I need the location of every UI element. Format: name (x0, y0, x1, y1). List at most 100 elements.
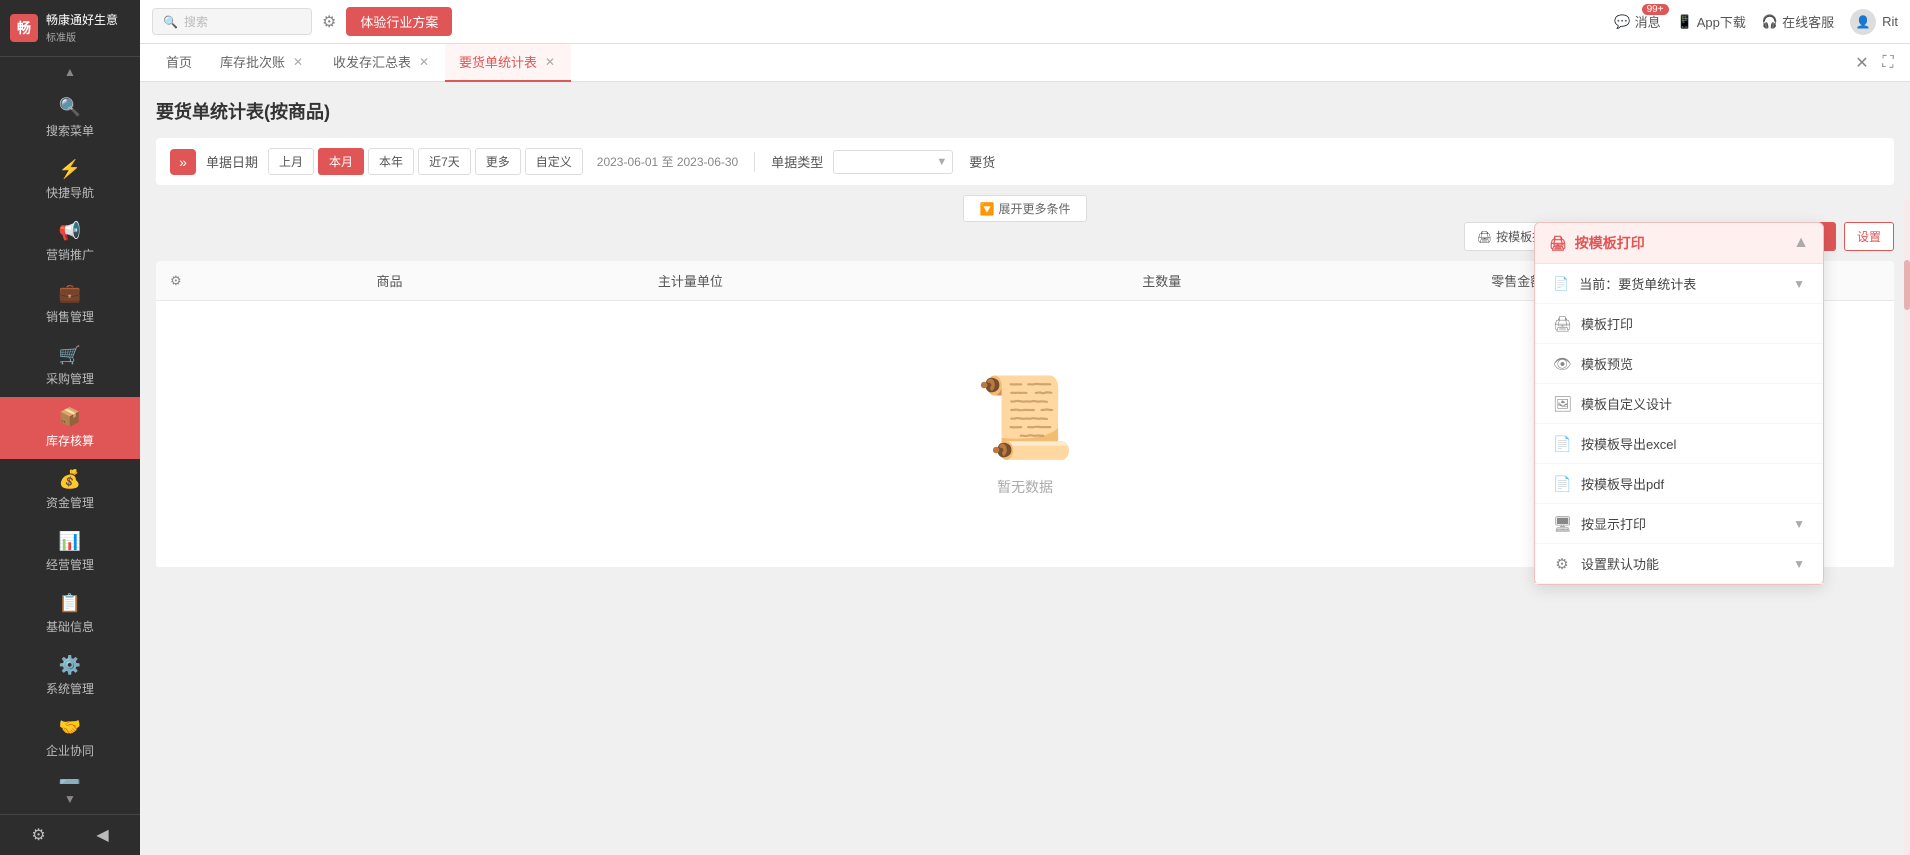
dropdown-label-template-preview: 模板预览 (1581, 354, 1633, 373)
app-download-btn[interactable]: 📱 App下载 (1677, 12, 1746, 31)
dropdown-items: 🖨 模板打印 👁 模板预览 🖼 模板自定义设计 📄 按模板导出excel 📄 按… (1535, 304, 1823, 504)
sidebar-item-quick[interactable]: ⚡ 快捷导航 (0, 149, 140, 211)
date-btn-更多[interactable]: 更多 (475, 148, 521, 175)
user-btn[interactable]: 👤 Rit (1850, 9, 1898, 35)
dropdown-sub-display-print[interactable]: 🖥 按显示打印 ▼ (1535, 504, 1823, 544)
tab-batch[interactable]: 库存批次账 ✕ (206, 44, 319, 82)
window-close-btn[interactable]: ✕ (1852, 53, 1872, 73)
date-btn-近7天[interactable]: 近7天 (418, 148, 471, 175)
tab-label-collect: 收发存汇总表 (333, 52, 411, 71)
dropdown-sub-label-display-print: 按显示打印 (1581, 514, 1646, 533)
sidebar-label-marketing: 营销推广 (46, 246, 94, 263)
dropdown-sub-icon-set-default: ⚙ (1553, 555, 1571, 573)
dropdown-label-template-pdf: 按模板导出pdf (1581, 474, 1664, 493)
tab-close-order-stat[interactable]: ✕ (543, 55, 557, 69)
trial-btn[interactable]: 体验行业方案 (346, 7, 452, 36)
col-gear[interactable]: ⚙ (156, 261, 363, 301)
sidebar-item-guide[interactable]: 🆕 新手引导 (0, 769, 140, 784)
tab-label-order-stat: 要货单统计表 (459, 52, 537, 71)
filter-expand-btn[interactable]: » (170, 149, 196, 175)
dropdown-sub-chevron-display-print: ▼ (1793, 517, 1805, 531)
sidebar-label-operation: 经营管理 (46, 556, 94, 573)
date-btn-上月[interactable]: 上月 (268, 148, 314, 175)
topbar: 🔍 搜索 ⚙ 体验行业方案 💬 消息 99+ 📱 App下载 🎧 在线客服 👤 … (140, 0, 1910, 44)
date-options: 上月本月本年近7天更多自定义 (268, 148, 583, 175)
online-service-label: 在线客服 (1782, 12, 1834, 31)
page-title: 要货单统计表(按商品) (156, 98, 1894, 124)
dropdown-sub-items: 🖥 按显示打印 ▼ ⚙ 设置默认功能 ▼ (1535, 504, 1823, 584)
dropdown-item-template-pdf[interactable]: 📄 按模板导出pdf (1535, 464, 1823, 504)
sidebar-label-system: 系统管理 (46, 680, 94, 697)
date-label: 单据日期 (206, 152, 258, 171)
col-product: 商品 (363, 261, 644, 301)
sidebar-label-search: 搜索菜单 (46, 122, 94, 139)
page-content: 要货单统计表(按商品) » 单据日期 上月本月本年近7天更多自定义 2023-0… (140, 82, 1910, 855)
dropdown-header: 🖨 按模板打印 ▲ (1535, 223, 1823, 264)
empty-text: 暂无数据 (997, 477, 1053, 497)
sidebar-icon-system: ⚙️ (59, 655, 81, 676)
message-icon: 💬 (1614, 14, 1630, 30)
tab-home[interactable]: 首页 (152, 44, 206, 82)
search-icon: 🔍 (163, 15, 178, 29)
date-btn-自定义[interactable]: 自定义 (525, 148, 583, 175)
sidebar-item-corp[interactable]: 🤝 企业协同 (0, 707, 140, 769)
message-btn[interactable]: 💬 消息 99+ (1614, 12, 1660, 31)
sidebar-item-search[interactable]: 🔍 搜索菜单 (0, 87, 140, 149)
scrollbar-thumb (1904, 260, 1910, 310)
dropdown-icon-template-print: 🖨 (1553, 315, 1571, 333)
page-scrollbar[interactable] (1904, 200, 1910, 855)
dropdown-item-template-design[interactable]: 🖼 模板自定义设计 (1535, 384, 1823, 424)
tab-collect[interactable]: 收发存汇总表 ✕ (319, 44, 445, 82)
dropdown-item-template-excel[interactable]: 📄 按模板导出excel (1535, 424, 1823, 464)
sidebar-item-system[interactable]: ⚙️ 系统管理 (0, 645, 140, 707)
tab-bar: 首页库存批次账 ✕ 收发存汇总表 ✕ 要货单统计表 ✕ ✕ ⛶ (140, 44, 1910, 82)
date-btn-本月[interactable]: 本月 (318, 148, 364, 175)
message-badge: 99+ (1642, 4, 1669, 15)
sidebar-item-finance[interactable]: 💰 资金管理 (0, 459, 140, 521)
collapse-icon[interactable]: ◀ (96, 825, 108, 845)
tab-close-collect[interactable]: ✕ (417, 55, 431, 69)
scroll-down-arrow[interactable]: ▼ (60, 788, 80, 810)
avatar: 👤 (1850, 9, 1876, 35)
expand-more-btn[interactable]: 🔽 展开更多条件 (963, 195, 1088, 222)
template-print-dropdown: 🖨 按模板打印 ▲ 📄 当前：要货单统计表 ▼ 🖨 模板打印 👁 模板预览 🖼 (1534, 222, 1824, 585)
sidebar-item-purchase[interactable]: 🛒 采购管理 (0, 335, 140, 397)
dropdown-item-template-print[interactable]: 🖨 模板打印 (1535, 304, 1823, 344)
tab-order-stat[interactable]: 要货单统计表 ✕ (445, 44, 571, 82)
sidebar-item-marketing[interactable]: 📢 营销推广 (0, 211, 140, 273)
sidebar-item-operation[interactable]: 📊 经营管理 (0, 521, 140, 583)
sidebar-label-quick: 快捷导航 (46, 184, 94, 201)
settings-btn[interactable]: 设置 (1844, 222, 1894, 251)
sidebar: 畅 畅康通好生意 标准版 ▲ 🔍 搜索菜单 ⚡ 快捷导航 📢 营销推广 💼 销售… (0, 0, 140, 855)
tab-label-batch: 库存批次账 (220, 52, 285, 71)
scroll-up-arrow[interactable]: ▲ (60, 61, 80, 83)
search-box[interactable]: 🔍 搜索 (152, 8, 312, 35)
sidebar-bottom: ⚙ ◀ (0, 814, 140, 855)
sidebar-label-sales: 销售管理 (46, 308, 94, 325)
dropdown-item-template-preview[interactable]: 👁 模板预览 (1535, 344, 1823, 384)
sidebar-item-base[interactable]: 📋 基础信息 (0, 583, 140, 645)
dropdown-icon-template-design: 🖼 (1553, 395, 1571, 413)
window-maximize-btn[interactable]: ⛶ (1878, 53, 1898, 73)
dropdown-current-item[interactable]: 📄 当前：要货单统计表 ▼ (1535, 264, 1823, 304)
tab-close-batch[interactable]: ✕ (291, 55, 305, 69)
sidebar-icon-inventory: 📦 (59, 407, 81, 428)
dropdown-close-btn[interactable]: ▲ (1793, 234, 1809, 252)
online-service-btn[interactable]: 🎧 在线客服 (1762, 12, 1834, 31)
filter-bar: » 单据日期 上月本月本年近7天更多自定义 2023-06-01 至 2023-… (156, 138, 1894, 185)
topbar-gear-icon[interactable]: ⚙ (322, 12, 336, 32)
sidebar-item-sales[interactable]: 💼 销售管理 (0, 273, 140, 335)
download-icon: 📱 (1677, 14, 1693, 30)
col-unit: 主计量单位 (644, 261, 1128, 301)
dropdown-label-template-print: 模板打印 (1581, 314, 1633, 333)
sidebar-icon-corp: 🤝 (59, 717, 81, 738)
search-placeholder: 搜索 (184, 13, 208, 30)
sidebar-label-finance: 资金管理 (46, 494, 94, 511)
type-select[interactable] (833, 150, 953, 174)
date-btn-本年[interactable]: 本年 (368, 148, 414, 175)
settings-gear-icon[interactable]: ⚙ (31, 825, 45, 845)
col-qty: 主数量 (1128, 261, 1477, 301)
dropdown-sub-set-default[interactable]: ⚙ 设置默认功能 ▼ (1535, 544, 1823, 584)
expand-more-label: 展开更多条件 (998, 200, 1070, 217)
sidebar-item-inventory[interactable]: 📦 库存核算 (0, 397, 140, 459)
